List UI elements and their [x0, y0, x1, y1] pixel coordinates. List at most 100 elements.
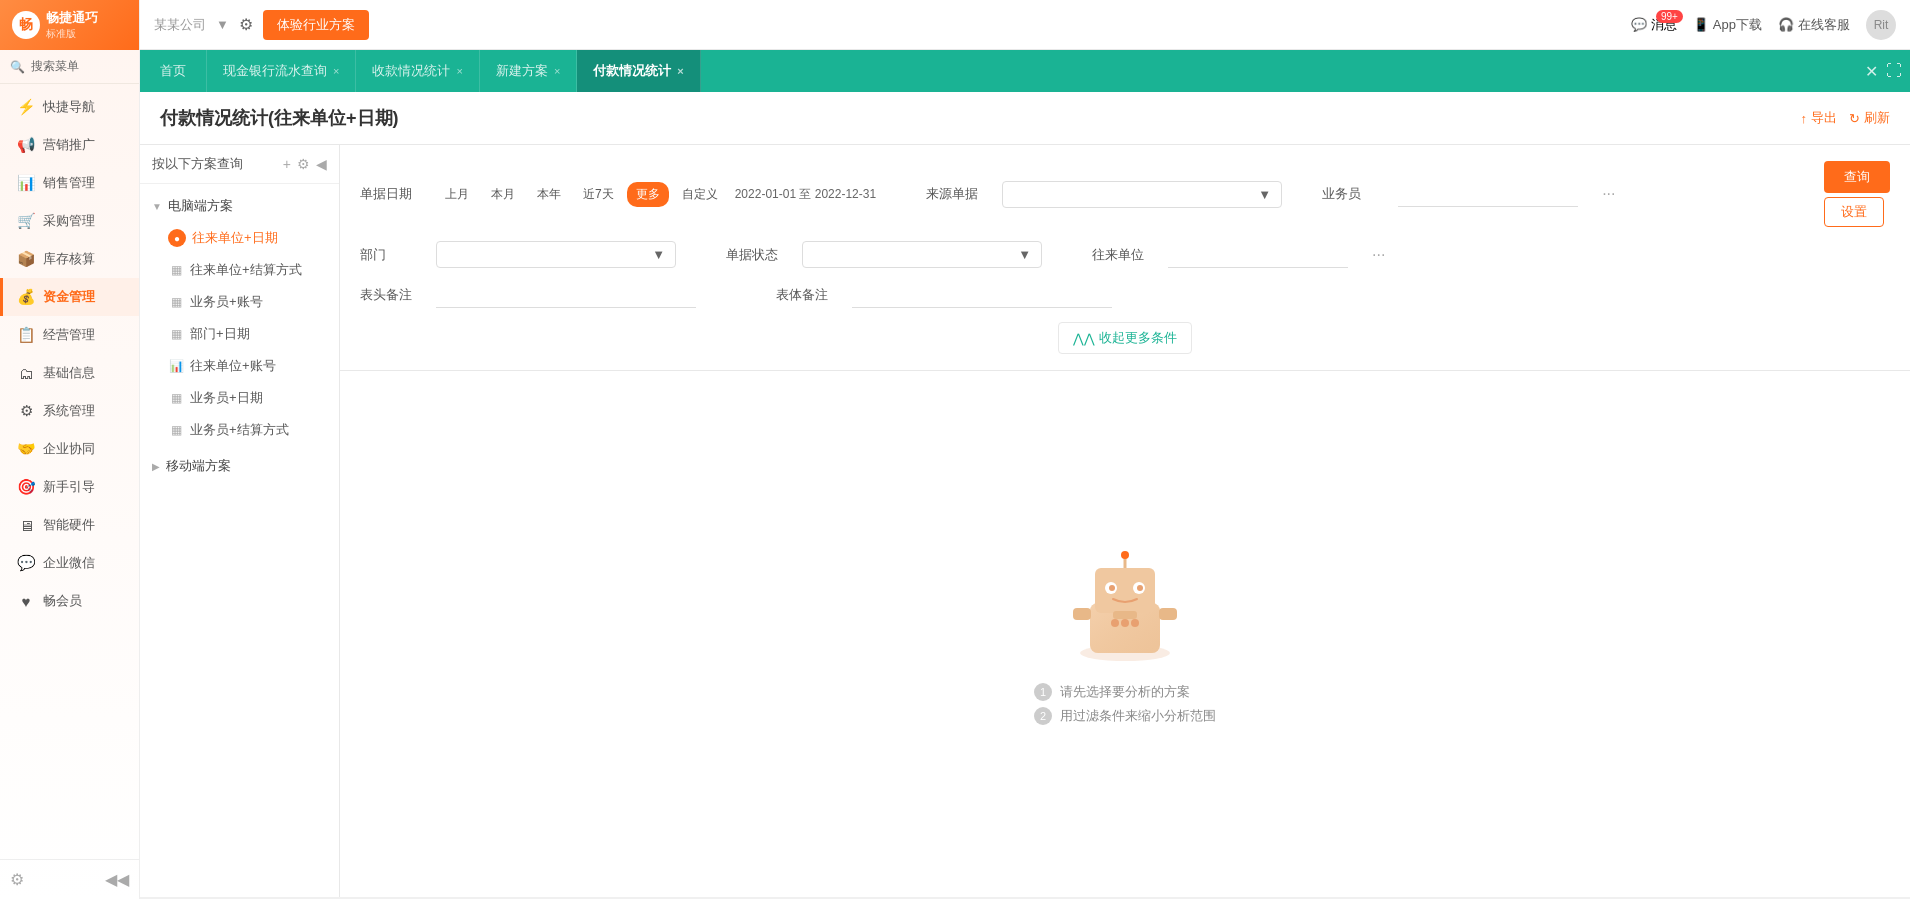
- desktop-arrow-icon: ▼: [152, 201, 162, 212]
- topbar-gear-icon[interactable]: ⚙: [239, 15, 253, 34]
- hint-text-2: 用过滤条件来缩小分析范围: [1060, 707, 1216, 725]
- app-download-btn[interactable]: 📱 App下载: [1693, 16, 1762, 34]
- sidebar-item-inventory[interactable]: 📦 库存核算: [0, 240, 139, 278]
- tab-receiptstats-close-icon[interactable]: ×: [456, 65, 462, 77]
- sidebar-item-label: 企业微信: [43, 554, 95, 572]
- sidebar-item-operation[interactable]: 📋 经营管理: [0, 316, 139, 354]
- counterpart-input[interactable]: [1168, 242, 1348, 268]
- scheme-settings-icon[interactable]: ⚙: [297, 156, 310, 172]
- collapse-row: ⋀⋀ 收起更多条件: [360, 322, 1890, 354]
- scheme-item-staff-settlement[interactable]: ▦ 业务员+结算方式: [140, 414, 339, 446]
- counterpart-input-more-icon[interactable]: ···: [1372, 246, 1385, 264]
- sidebar-item-baseinfo[interactable]: 🗂 基础信息: [0, 354, 139, 392]
- tab-bankflow-close-icon[interactable]: ×: [333, 65, 339, 77]
- collapse-scheme-icon[interactable]: ◀: [316, 156, 327, 172]
- trial-btn[interactable]: 体验行业方案: [263, 10, 369, 40]
- source-filter-label: 来源单据: [926, 185, 982, 203]
- tab-home[interactable]: 首页: [140, 50, 207, 92]
- scheme-header-label: 按以下方案查询: [152, 155, 243, 173]
- date-option-custom[interactable]: 自定义: [673, 182, 727, 207]
- counterpart-filter-label: 往来单位: [1092, 246, 1148, 264]
- robot-svg: [1055, 543, 1195, 663]
- dept-select[interactable]: ▼: [436, 241, 676, 268]
- online-service-btn[interactable]: 🎧 在线客服: [1778, 16, 1850, 34]
- filter-row-3: 表头备注 表体备注: [360, 282, 1890, 308]
- sidebar-item-member[interactable]: ♥ 畅会员: [0, 582, 139, 620]
- scheme-item-dept-date[interactable]: ▦ 部门+日期: [140, 318, 339, 350]
- sidebar-item-purchase[interactable]: 🛒 采购管理: [0, 202, 139, 240]
- scheme-item-counterpart-account[interactable]: 📊 往来单位+账号: [140, 350, 339, 382]
- export-btn[interactable]: ↑ 导出: [1801, 109, 1838, 127]
- collapse-more-btn[interactable]: ⋀⋀ 收起更多条件: [1058, 322, 1192, 354]
- sidebar-item-hardware[interactable]: 🖥 智能硬件: [0, 506, 139, 544]
- sidebar-item-wechat[interactable]: 💬 企业微信: [0, 544, 139, 582]
- sidebar-item-collab[interactable]: 🤝 企业协同: [0, 430, 139, 468]
- sidebar-item-sales[interactable]: 📊 销售管理: [0, 164, 139, 202]
- topbar-dropdown-icon[interactable]: ▼: [216, 17, 229, 32]
- date-option-more[interactable]: 更多: [627, 182, 669, 207]
- messages-btn[interactable]: 💬 消息 99+: [1631, 16, 1677, 34]
- tab-receiptstats[interactable]: 收款情况统计 ×: [356, 50, 479, 92]
- inventory-icon: 📦: [17, 250, 35, 268]
- sidebar-item-label: 库存核算: [43, 250, 95, 268]
- filter-row-2: 部门 ▼ 单据状态 ▼ 往来单位 ···: [360, 241, 1890, 268]
- filter-main-area: 单据日期 上月 本月 本年 近7天 更多 自定义 2022-01-01 至 20…: [340, 145, 1910, 371]
- hardware-icon: 🖥: [17, 516, 35, 534]
- settings-icon[interactable]: ⚙: [10, 870, 24, 889]
- scheme-panel: 按以下方案查询 + ⚙ ◀ ▼ 电脑端方案 ●: [140, 145, 340, 897]
- tab-bankflow-label: 现金银行流水查询: [223, 62, 327, 80]
- status-select[interactable]: ▼: [802, 241, 1042, 268]
- tab-bankflow[interactable]: 现金银行流水查询 ×: [207, 50, 356, 92]
- svg-rect-12: [1159, 608, 1177, 620]
- query-btn[interactable]: 查询: [1824, 161, 1890, 193]
- date-option-lastmonth[interactable]: 上月: [436, 182, 478, 207]
- add-scheme-icon[interactable]: +: [283, 156, 291, 172]
- scheme-item-label: 往来单位+结算方式: [190, 261, 302, 279]
- messages-badge: 99+: [1656, 10, 1683, 23]
- maximize-icon[interactable]: ⛶: [1886, 62, 1902, 80]
- staff-input[interactable]: [1398, 181, 1578, 207]
- search-menu-item[interactable]: 🔍 搜索菜单: [0, 50, 139, 84]
- scheme-category-desktop[interactable]: ▼ 电脑端方案: [140, 190, 339, 222]
- close-all-tabs-icon[interactable]: ✕: [1865, 62, 1878, 81]
- sidebar-item-label: 智能硬件: [43, 516, 95, 534]
- sidebar-item-guide[interactable]: 🎯 新手引导: [0, 468, 139, 506]
- scheme-item-counterpart-date[interactable]: ● 往来单位+日期: [140, 222, 339, 254]
- staff-input-more-icon[interactable]: ···: [1602, 185, 1615, 203]
- scheme-item-staff-account[interactable]: ▦ 业务员+账号: [140, 286, 339, 318]
- collapse-up-icon: ⋀⋀: [1073, 331, 1095, 346]
- date-option-7days[interactable]: 近7天: [574, 182, 623, 207]
- scheme-table3-icon: ▦: [168, 326, 184, 342]
- scheme-table-icon: ▦: [168, 262, 184, 278]
- date-option-thismonth[interactable]: 本月: [482, 182, 524, 207]
- date-range-text: 2022-01-01 至 2022-12-31: [735, 186, 876, 203]
- scheme-category-mobile[interactable]: ▶ 移动端方案: [140, 450, 339, 482]
- user-avatar[interactable]: Rit: [1866, 10, 1896, 40]
- body-note-input[interactable]: [852, 282, 1112, 308]
- header-note-input[interactable]: [436, 282, 696, 308]
- main-area: 某某公司 ▼ ⚙ 体验行业方案 💬 消息 99+ 📱 App下载 🎧 在线客服 …: [140, 0, 1910, 899]
- sidebar-item-funds[interactable]: 💰 资金管理: [0, 278, 139, 316]
- sidebar-item-system[interactable]: ⚙ 系统管理: [0, 392, 139, 430]
- sidebar-item-quicknav[interactable]: ⚡ 快捷导航: [0, 88, 139, 126]
- tab-newplan-close-icon[interactable]: ×: [554, 65, 560, 77]
- sidebar-item-marketing[interactable]: 📢 营销推广: [0, 126, 139, 164]
- sidebar-version: 标准版: [46, 27, 98, 41]
- scheme-header-actions: + ⚙ ◀: [283, 156, 327, 172]
- source-select[interactable]: ▼: [1002, 181, 1282, 208]
- tab-paymentstats-label: 付款情况统计: [593, 62, 671, 80]
- tab-paymentstats[interactable]: 付款情况统计 ×: [577, 50, 700, 92]
- refresh-icon: ↻: [1849, 111, 1860, 126]
- scheme-item-counterpart-settlement[interactable]: ▦ 往来单位+结算方式: [140, 254, 339, 286]
- tab-newplan[interactable]: 新建方案 ×: [480, 50, 577, 92]
- svg-point-14: [1121, 619, 1129, 627]
- filter-settings-btn[interactable]: 设置: [1824, 197, 1884, 227]
- date-option-thisyear[interactable]: 本年: [528, 182, 570, 207]
- tab-paymentstats-close-icon[interactable]: ×: [677, 65, 683, 77]
- svg-point-13: [1111, 619, 1119, 627]
- refresh-btn[interactable]: ↻ 刷新: [1849, 109, 1890, 127]
- baseinfo-icon: 🗂: [17, 364, 35, 382]
- scheme-item-staff-date[interactable]: ▦ 业务员+日期: [140, 382, 339, 414]
- collapse-sidebar-icon[interactable]: ◀◀: [105, 870, 129, 889]
- filter-row-1: 单据日期 上月 本月 本年 近7天 更多 自定义 2022-01-01 至 20…: [360, 161, 1890, 227]
